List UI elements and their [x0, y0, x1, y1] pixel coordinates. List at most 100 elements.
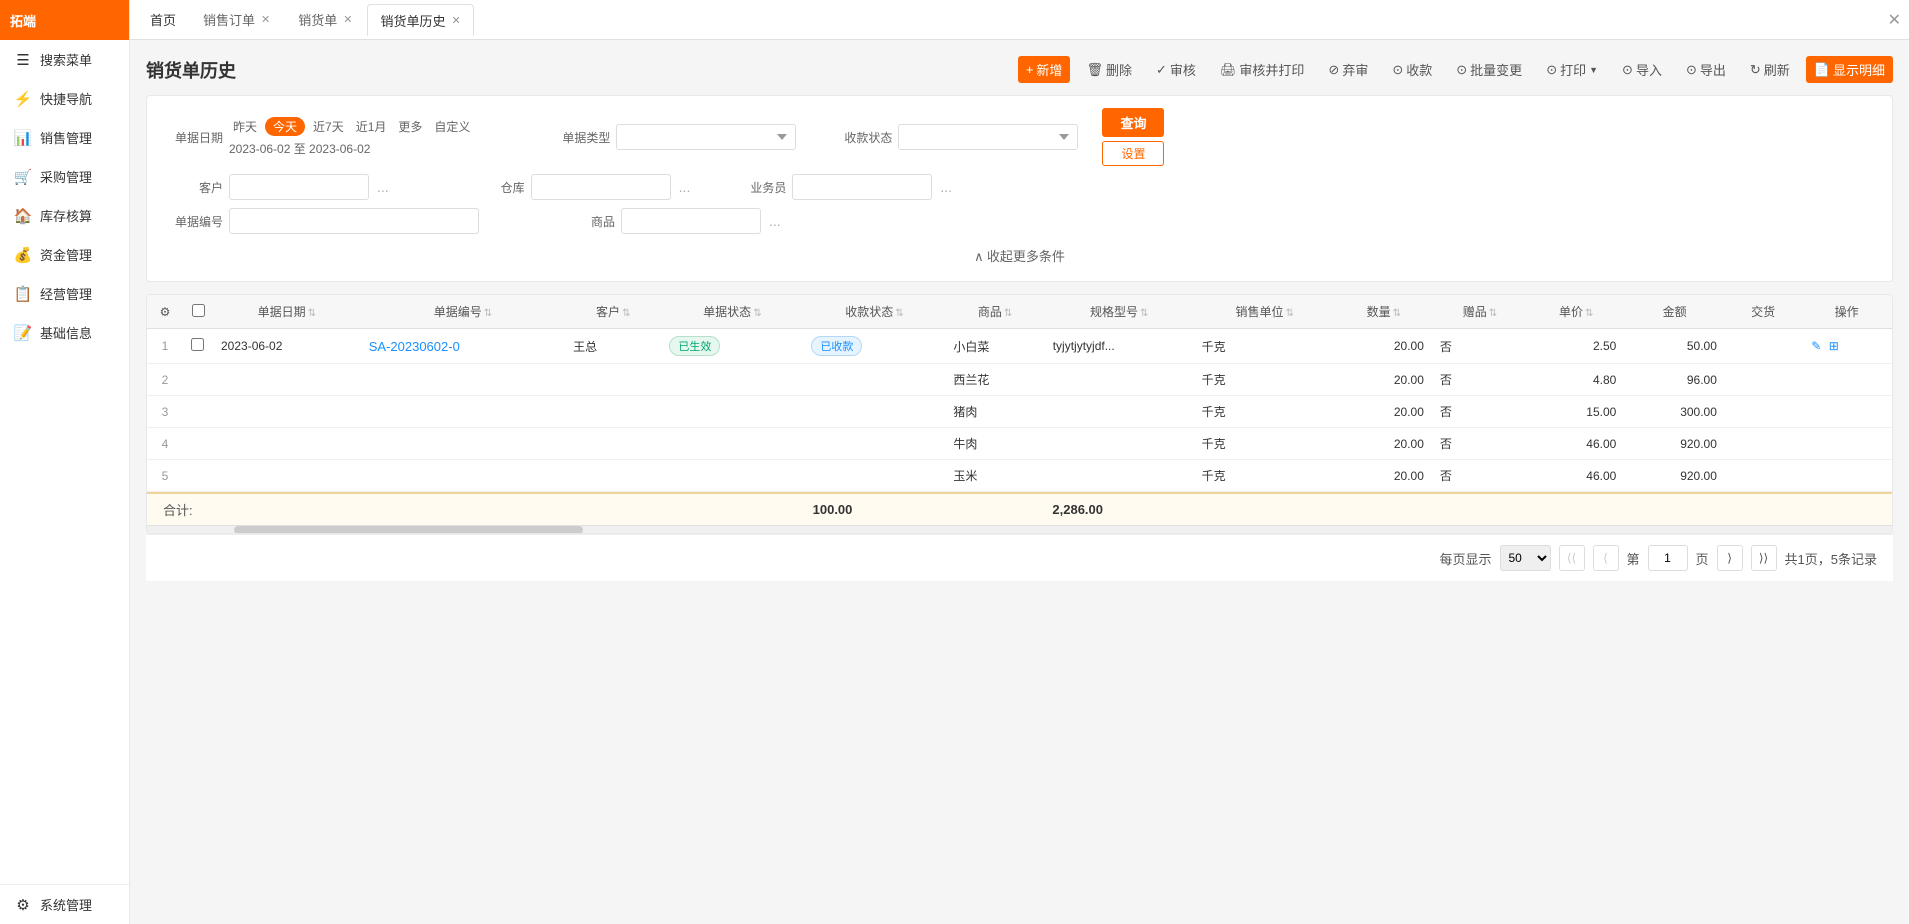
batch-change-button[interactable]: ⊙ 批量变更 — [1448, 56, 1530, 83]
query-button[interactable]: 查询 — [1102, 108, 1164, 137]
collect-button[interactable]: ⊙ 收款 — [1384, 56, 1440, 83]
cell-checkbox[interactable] — [183, 396, 213, 428]
date-tab-more[interactable]: 更多 — [394, 117, 426, 136]
first-page-btn[interactable]: ⟨⟨ — [1559, 545, 1585, 571]
table-body: 1 2023-06-02 SA-20230602-0 王总 已生效 已收款 小白… — [147, 329, 1892, 492]
prev-page-btn[interactable]: ⟨ — [1593, 545, 1619, 571]
sidebar-item-quick-nav[interactable]: ⚡ 快捷导航 — [0, 79, 129, 118]
cell-customer — [565, 364, 661, 396]
last-page-btn[interactable]: ⟩⟩ — [1751, 545, 1777, 571]
salesperson-ellipsis[interactable]: ... — [940, 179, 952, 195]
new-button[interactable]: + 新增 — [1018, 56, 1071, 83]
pagination: 每页显示 50 100 ⟨⟨ ⟨ 第 页 ⟩ ⟩⟩ 共1页，5条记录 — [146, 534, 1893, 581]
show-detail-button[interactable]: 📄 显示明细 — [1806, 56, 1893, 83]
print-icon: ⊙ — [1546, 62, 1557, 78]
collect-status-select[interactable] — [898, 124, 1078, 150]
next-page-btn[interactable]: ⟩ — [1717, 545, 1743, 571]
salesperson-input[interactable] — [792, 174, 932, 200]
tab-close-sales-order[interactable]: ✕ — [261, 13, 270, 26]
tab-close-sales-delivery[interactable]: ✕ — [343, 13, 352, 26]
cell-checkbox[interactable] — [183, 364, 213, 396]
filter-actions: 查询 设置 — [1102, 108, 1164, 166]
doc-no-link[interactable]: SA-20230602-0 — [369, 339, 460, 354]
sort-icon-docno[interactable]: ⇅ — [484, 308, 492, 319]
settings-icon: ⚙ — [14, 896, 32, 914]
sort-icon-goods[interactable]: ⇅ — [1004, 308, 1012, 319]
delete-button[interactable]: 🗑 删除 — [1078, 56, 1140, 83]
window-close-btn[interactable]: ✕ — [1888, 10, 1901, 30]
tab-sales-delivery[interactable]: 销货单 ✕ — [285, 4, 365, 36]
cell-checkbox[interactable] — [183, 460, 213, 492]
cell-delivery — [1725, 396, 1801, 428]
date-tab-7days[interactable]: 近7天 — [309, 117, 348, 136]
finance-icon: 💰 — [14, 246, 32, 264]
sidebar-item-purchase-mgmt[interactable]: 🛒 采购管理 — [0, 157, 129, 196]
goods-ellipsis[interactable]: ... — [769, 213, 781, 229]
date-tab-custom[interactable]: 自定义 — [430, 117, 474, 136]
tab-bar: 首页 销售订单 ✕ 销货单 ✕ 销货单历史 ✕ ✕ — [130, 0, 1909, 40]
sort-icon-collectstatus[interactable]: ⇅ — [895, 308, 903, 319]
date-filter: 昨天 今天 近7天 近1月 更多 自定义 2023-06-02 至 2023-0… — [229, 117, 474, 157]
per-page-select[interactable]: 50 100 — [1500, 545, 1551, 571]
op-删除[interactable]: ⊞ — [1829, 339, 1839, 353]
date-tab-1month[interactable]: 近1月 — [352, 117, 391, 136]
customer-input[interactable] — [229, 174, 369, 200]
filter-settings-button[interactable]: 设置 — [1102, 141, 1164, 166]
export-button[interactable]: ⊙ 导出 — [1678, 56, 1734, 83]
sidebar-item-sys-mgmt[interactable]: ⚙ 系统管理 — [0, 885, 129, 924]
sidebar-item-search-menu[interactable]: ☰ 搜索菜单 — [0, 40, 129, 79]
checkbox-header[interactable] — [183, 295, 213, 329]
collapse-label: 收起更多条件 — [987, 249, 1065, 264]
cell-goods: 牛肉 — [945, 428, 1044, 460]
sort-icon-docstatus[interactable]: ⇅ — [753, 308, 761, 319]
cell-num: 3 — [147, 396, 183, 428]
doc-type-select[interactable] — [616, 124, 796, 150]
tab-close-sales-history[interactable]: ✕ — [452, 14, 461, 27]
warehouse-input[interactable] — [531, 174, 671, 200]
select-all-checkbox[interactable] — [192, 304, 205, 317]
collapse-row[interactable]: ∧ 收起更多条件 — [163, 242, 1876, 269]
date-tab-today[interactable]: 今天 — [265, 117, 305, 136]
date-tabs: 昨天 今天 近7天 近1月 更多 自定义 — [229, 117, 474, 136]
customer-ellipsis[interactable]: ... — [377, 179, 389, 195]
sidebar-item-basic-info[interactable]: 📝 基础信息 — [0, 313, 129, 352]
goods-input[interactable] — [621, 208, 761, 234]
audit-button[interactable]: ✓ 审核 — [1148, 56, 1204, 83]
print-button[interactable]: ⊙ 打印 ▼ — [1538, 56, 1606, 83]
th-customer: 客户⇅ — [565, 295, 661, 329]
sort-icon-price[interactable]: ⇅ — [1585, 308, 1593, 319]
cell-checkbox[interactable] — [183, 428, 213, 460]
refresh-button[interactable]: ↻ 刷新 — [1742, 56, 1798, 83]
cell-num: 1 — [147, 329, 183, 364]
th-amount: 金额 — [1624, 295, 1725, 329]
warehouse-ellipsis[interactable]: ... — [679, 179, 691, 195]
sort-icon-spec[interactable]: ⇅ — [1140, 308, 1148, 319]
cell-collect-status — [803, 428, 945, 460]
sort-icon-customer[interactable]: ⇅ — [622, 308, 630, 319]
sidebar-item-inventory[interactable]: 🏠 库存核算 — [0, 196, 129, 235]
sort-icon-unit[interactable]: ⇅ — [1285, 308, 1293, 319]
import-button[interactable]: ⊙ 导入 — [1614, 56, 1670, 83]
sort-icon-qty[interactable]: ⇅ — [1393, 308, 1401, 319]
gear-header[interactable]: ⚙ — [147, 295, 183, 329]
tab-sales-order[interactable]: 销售订单 ✕ — [190, 4, 283, 36]
row-checkbox[interactable] — [191, 338, 204, 351]
op-编辑[interactable]: ✎ — [1811, 339, 1821, 353]
cell-checkbox[interactable] — [183, 329, 213, 364]
sort-icon-gift[interactable]: ⇅ — [1489, 308, 1497, 319]
cell-goods: 小白菜 — [945, 329, 1044, 364]
abandon-button[interactable]: ⊘ 弃审 — [1320, 56, 1376, 83]
sidebar-item-finance[interactable]: 💰 资金管理 — [0, 235, 129, 274]
doc-no-input[interactable] — [229, 208, 479, 234]
date-tab-yesterday[interactable]: 昨天 — [229, 117, 261, 136]
filter-goods: 商品 ... — [555, 208, 781, 234]
sort-icon-date[interactable]: ⇅ — [308, 308, 316, 319]
tab-home[interactable]: 首页 — [138, 4, 188, 36]
content-area: 销货单历史 + 新增 🗑 删除 ✓ 审核 🖨 审核并打印 — [130, 40, 1909, 924]
sidebar-item-sales-mgmt[interactable]: 📊 销售管理 — [0, 118, 129, 157]
audit-print-button[interactable]: 🖨 审核并打印 — [1212, 56, 1313, 83]
sidebar-item-operations[interactable]: 📋 经营管理 — [0, 274, 129, 313]
cell-price: 46.00 — [1528, 460, 1624, 492]
page-input[interactable] — [1648, 545, 1688, 571]
tab-sales-history[interactable]: 销货单历史 ✕ — [367, 4, 473, 36]
